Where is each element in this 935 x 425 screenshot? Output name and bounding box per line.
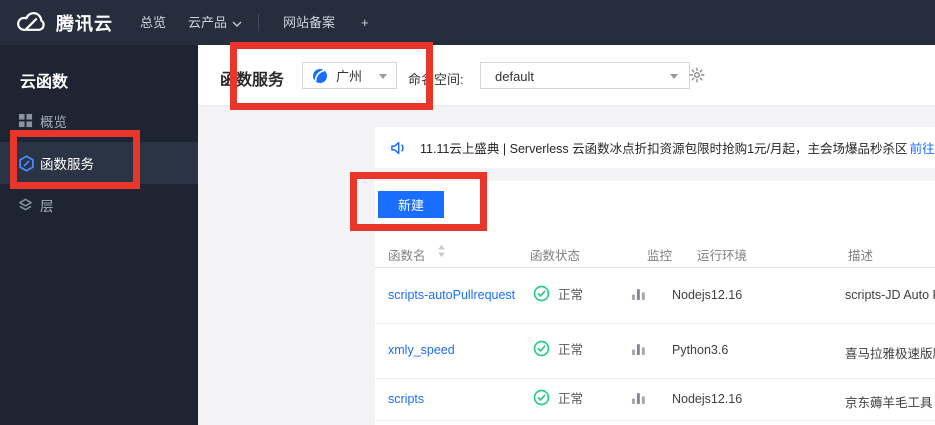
status-text: 正常 [558,392,584,406]
status-ok-icon [533,340,550,357]
column-header-name[interactable]: 函数名 [388,245,426,264]
table-header-row: 函数名 函数状态 监控 运行环境 描述 [375,240,935,268]
sidebar-title: 云函数 [20,74,69,91]
column-header-monitor: 监控 [647,249,673,263]
monitor-chart-icon[interactable] [631,341,646,359]
description-cell: 喜马拉雅极速版刷 [845,347,935,361]
status-cell: 正常 [533,284,583,303]
column-header-runtime: 运行环境 [697,249,748,263]
runtime-cell: Nodejs12.16 [672,288,743,302]
status-ok-icon [533,389,550,406]
announcement-speaker-icon [390,140,407,156]
namespace-value: default [495,69,535,84]
function-name-link[interactable]: scripts [388,392,424,406]
function-name-link[interactable]: xmly_speed [388,343,455,357]
promo-notice-bar: 11.11云上盛典 | Serverless 云函数冰点折扣资源包限时抢购1元/… [375,127,935,168]
add-tab-button[interactable]: + [361,0,369,45]
monitor-chart-icon[interactable] [631,286,646,304]
chevron-down-icon [232,21,242,27]
sidebar: 云函数 概览 函数服务 层 [0,45,198,425]
sidebar-item-layers[interactable]: 层 [0,184,198,226]
grid-icon [18,113,35,130]
status-cell: 正常 [533,388,583,407]
region-selector[interactable]: 广州 [302,62,397,89]
sort-icon[interactable] [437,245,446,260]
function-name-link[interactable]: scripts-autoPullrequest [388,288,515,302]
nav-cloud-products[interactable]: 云产品 [188,0,242,45]
monitor-chart-icon[interactable] [631,390,646,408]
cloud-logo-icon [14,11,48,35]
caret-down-icon [670,74,678,79]
region-value: 广州 [336,69,363,84]
sidebar-item-label: 概览 [40,115,67,130]
status-text: 正常 [558,343,584,357]
sidebar-item-label: 函数服务 [40,157,94,172]
namespace-selector[interactable]: default [480,62,690,89]
logo-text: 腾讯云 [56,14,113,34]
table-row: scripts 正常 Nodejs12.16 京东薅羊毛工具 [375,379,935,421]
sidebar-item-overview[interactable]: 概览 [0,100,198,142]
table-row: xmly_speed 正常 Python3.6 喜马拉雅极速版刷 [375,324,935,379]
status-cell: 正常 [533,339,583,358]
scf-hexagon-icon [18,155,35,172]
region-globe-icon [312,68,328,84]
status-ok-icon [533,285,550,302]
caret-down-icon [379,74,387,79]
description-cell: 京东薅羊毛工具 [845,396,933,410]
notice-text: 11.11云上盛典 | Serverless 云函数冰点折扣资源包限时抢购1元/… [420,142,908,156]
top-nav: 腾讯云 总览 云产品 网站备案 + [0,0,935,45]
nav-divider [258,14,259,31]
notice-go-link[interactable]: 前往 [910,138,935,157]
runtime-cell: Python3.6 [672,343,729,357]
status-text: 正常 [558,288,584,302]
sidebar-item-label: 层 [40,199,54,214]
column-header-status: 函数状态 [530,249,581,263]
nav-tab-beian[interactable]: 网站备案 [283,0,335,45]
description-cell: scripts-JD Auto P [845,288,935,302]
page-header: 函数服务 广州 命名空间: default [198,45,935,106]
function-list-panel: 新建 函数名 函数状态 监控 运行环境 描述 scripts-autoPullr… [375,181,935,425]
create-function-button[interactable]: 新建 [378,191,444,218]
runtime-cell: Nodejs12.16 [672,392,743,406]
tencent-cloud-logo[interactable]: 腾讯云 [14,10,113,36]
nav-overview[interactable]: 总览 [140,0,166,45]
layers-icon [18,197,35,214]
sidebar-item-function-service[interactable]: 函数服务 [0,142,198,184]
gear-icon[interactable] [689,67,705,83]
page-title: 函数服务 [220,72,285,89]
namespace-label: 命名空间: [408,72,464,87]
column-header-description: 描述 [848,249,874,263]
table-row: scripts-autoPullrequest 正常 Nodejs12.16 s… [375,269,935,324]
